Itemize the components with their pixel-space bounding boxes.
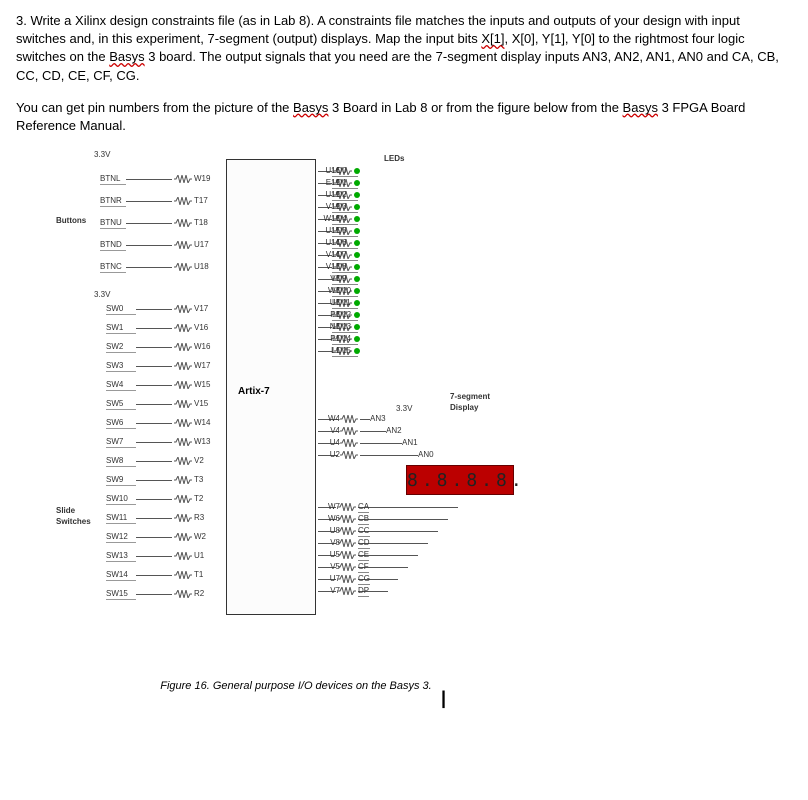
anode-row: U4AN1 <box>318 437 402 448</box>
switch-row: SW10T2 <box>106 493 203 505</box>
sevenseg-label: 7-segment Display <box>450 391 490 413</box>
button-row: BTNCU18 <box>100 261 209 273</box>
led-row: U3LD11 <box>318 297 360 308</box>
switch-row: SW11R3 <box>106 512 204 524</box>
button-row: BTNLW19 <box>100 173 210 185</box>
seven-segment-display: 8.8.8.8. <box>406 465 514 495</box>
board-name: Basys <box>623 100 658 115</box>
led-row: P3LD12 <box>318 309 360 320</box>
switch-row: SW13U1 <box>106 550 204 562</box>
board-name: Basys <box>109 49 144 64</box>
segment-row: U5CE <box>318 549 418 560</box>
led-row: W3LD10 <box>318 285 360 296</box>
switch-row: SW5V15 <box>106 398 208 410</box>
leds-label: LEDs <box>384 153 404 164</box>
segment-row: V8CD <box>318 537 428 548</box>
button-row: BTNDU17 <box>100 239 209 251</box>
led-row: U16LD0 <box>318 165 360 176</box>
segment-row: W7CA <box>318 501 458 512</box>
button-row: BTNRT17 <box>100 195 208 207</box>
switch-row: SW8V2 <box>106 455 204 467</box>
led-row: P1LD14 <box>318 333 360 344</box>
switch-row: SW4W15 <box>106 379 210 391</box>
led-row: N3LD13 <box>318 321 360 332</box>
switch-row: SW12W2 <box>106 531 206 543</box>
led-row: L1LD15 <box>318 345 360 356</box>
switch-row: SW1V16 <box>106 322 208 334</box>
segment-row: W6CB <box>318 513 448 524</box>
switch-row: SW15R2 <box>106 588 204 600</box>
led-row: V19LD3 <box>318 201 360 212</box>
segment-row: V5CF <box>318 561 408 572</box>
switch-row: SW3W17 <box>106 360 210 372</box>
v33-label-mid: 3.3V <box>94 289 110 300</box>
switch-row: SW2W16 <box>106 341 210 353</box>
switch-row: SW7W13 <box>106 436 210 448</box>
question-para-1: 3. Write a Xilinx design constraints fil… <box>16 12 792 85</box>
v33-label: 3.3V <box>94 149 110 160</box>
led-row: V14LD7 <box>318 249 360 260</box>
switch-row: SW6W14 <box>106 417 210 429</box>
anode-row: V4AN2 <box>318 425 386 436</box>
slide-switches-label: Slide Switches <box>56 505 91 527</box>
button-row: BTNUT18 <box>100 217 208 229</box>
led-row: V13LD8 <box>318 261 360 272</box>
anode-row: W4AN3 <box>318 413 370 424</box>
led-row: U19LD2 <box>318 189 360 200</box>
buttons-label: Buttons <box>56 215 86 226</box>
v33-seg: 3.3V <box>396 403 412 414</box>
text-cursor: | <box>441 686 446 711</box>
artix-label: Artix-7 <box>238 385 270 399</box>
segment-row: V7DP <box>318 585 388 596</box>
pinout-figure: Artix-7 3.3V Buttons BTNLW19BTNRT17BTNUT… <box>66 149 586 709</box>
switch-row: SW14T1 <box>106 569 203 581</box>
switch-row: SW0V17 <box>106 303 208 315</box>
anode-row: U2AN0 <box>318 449 418 460</box>
figure-caption: Figure 16. General purpose I/O devices o… <box>106 679 486 694</box>
led-row: U14LD6 <box>318 237 360 248</box>
board-name: Basys <box>293 100 328 115</box>
segment-row: U8CC <box>318 525 438 536</box>
led-row: V3LD9 <box>318 273 360 284</box>
led-row: U15LD5 <box>318 225 360 236</box>
segment-row: U7CG <box>318 573 398 584</box>
question-para-2: You can get pin numbers from the picture… <box>16 99 792 135</box>
question-number: 3. <box>16 13 27 28</box>
led-row: E19LD1 <box>318 177 360 188</box>
led-row: W18LD4 <box>318 213 360 224</box>
switch-row: SW9T3 <box>106 474 203 486</box>
